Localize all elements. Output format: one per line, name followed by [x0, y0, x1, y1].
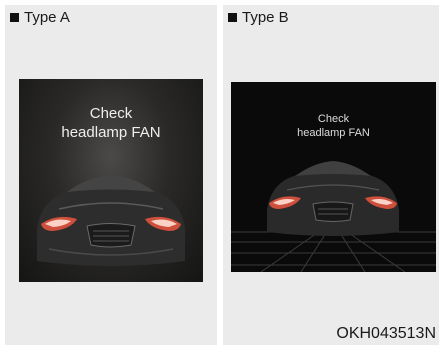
warning-line-2: headlamp FAN	[297, 126, 370, 139]
warning-line-1: Check	[317, 113, 350, 125]
type-b-display: Check headlamp FAN	[231, 82, 436, 272]
warning-line-1: Check	[89, 105, 133, 122]
type-a-panel: Type A Check headlamp FAN	[5, 5, 217, 345]
type-b-label: Type B	[242, 9, 289, 26]
warning-message: Check headlamp FAN	[231, 113, 436, 141]
car-front-image	[231, 161, 436, 272]
figure-code: OKH043513N	[336, 325, 436, 342]
type-a-label: Type A	[24, 9, 70, 26]
type-b-panel: Type B Check headlamp FAN OKH043513N	[223, 5, 439, 345]
type-a-display: Check headlamp FAN	[19, 79, 203, 282]
warning-message: Check headlamp FAN	[19, 105, 203, 143]
square-bullet-icon	[228, 13, 237, 22]
square-bullet-icon	[10, 13, 19, 22]
type-a-heading: Type A	[10, 9, 70, 26]
type-b-heading: Type B	[228, 9, 289, 26]
warning-line-2: headlamp FAN	[61, 123, 161, 141]
